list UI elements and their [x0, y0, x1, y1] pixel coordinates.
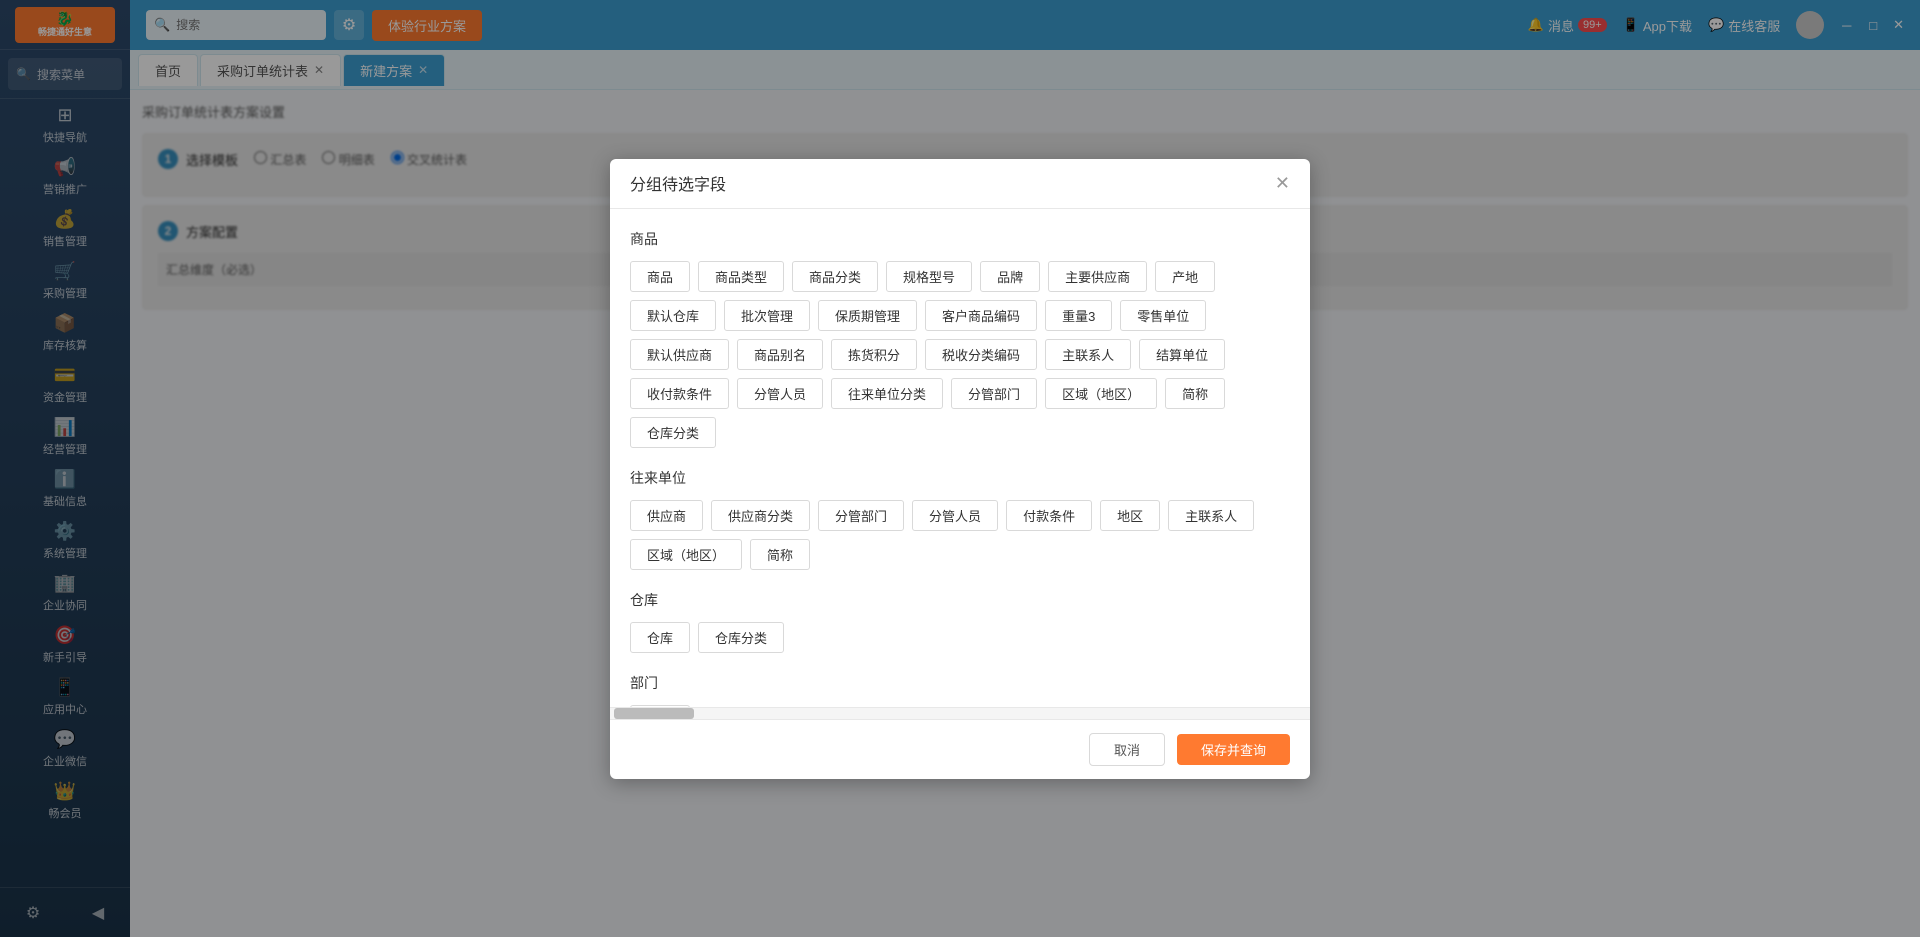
modal-horizontal-scrollbar[interactable] [610, 707, 1310, 719]
field-tag[interactable]: 结算单位 [1139, 339, 1225, 370]
field-tag[interactable]: 地区 [1100, 500, 1160, 531]
field-tag[interactable]: 商品类型 [698, 261, 784, 292]
field-section-product: 商品 商品 商品类型 商品分类 规格型号 品牌 主要供应商 产地 默认仓库 批次… [630, 229, 1290, 448]
modal-dialog: 分组待选字段 ✕ 商品 商品 商品类型 商品分类 规格型号 品牌 主要供应商 产… [610, 159, 1310, 779]
field-tag[interactable]: 税收分类编码 [925, 339, 1037, 370]
modal-body[interactable]: 商品 商品 商品类型 商品分类 规格型号 品牌 主要供应商 产地 默认仓库 批次… [610, 209, 1310, 707]
field-tag[interactable]: 默认供应商 [630, 339, 729, 370]
section-title-partner: 往来单位 [630, 468, 1290, 488]
field-tag[interactable]: 简称 [1165, 378, 1225, 409]
field-tag[interactable]: 分管部门 [818, 500, 904, 531]
field-tag[interactable]: 付款条件 [1006, 500, 1092, 531]
field-tag[interactable]: 仓库分类 [698, 622, 784, 653]
field-tags-partner: 供应商 供应商分类 分管部门 分管人员 付款条件 地区 主联系人 区域（地区） … [630, 500, 1290, 570]
field-tags-product: 商品 商品类型 商品分类 规格型号 品牌 主要供应商 产地 默认仓库 批次管理 … [630, 261, 1290, 448]
section-title-department: 部门 [630, 673, 1290, 693]
field-tags-warehouse: 仓库 仓库分类 [630, 622, 1290, 653]
field-tag[interactable]: 主联系人 [1168, 500, 1254, 531]
field-tag[interactable]: 供应商 [630, 500, 703, 531]
field-tag[interactable]: 分管部门 [951, 378, 1037, 409]
section-title-warehouse: 仓库 [630, 590, 1290, 610]
field-tag[interactable]: 客户商品编码 [925, 300, 1037, 331]
field-tag[interactable]: 商品分类 [792, 261, 878, 292]
field-tag[interactable]: 拣货积分 [831, 339, 917, 370]
field-tag[interactable]: 分管人员 [912, 500, 998, 531]
field-tag[interactable]: 产地 [1155, 261, 1215, 292]
field-tag[interactable]: 简称 [750, 539, 810, 570]
field-tag[interactable]: 区域（地区） [630, 539, 742, 570]
modal-footer: 取消 保存并查询 [610, 719, 1310, 779]
field-tag[interactable]: 品牌 [980, 261, 1040, 292]
field-tag[interactable]: 重量3 [1045, 300, 1112, 331]
field-section-department: 部门 部门 [630, 673, 1290, 707]
modal-overlay: 分组待选字段 ✕ 商品 商品 商品类型 商品分类 规格型号 品牌 主要供应商 产… [0, 0, 1920, 937]
modal-close-btn[interactable]: ✕ [1275, 173, 1290, 194]
field-section-warehouse: 仓库 仓库 仓库分类 [630, 590, 1290, 653]
cancel-button[interactable]: 取消 [1089, 733, 1165, 766]
field-tag[interactable]: 保质期管理 [818, 300, 917, 331]
confirm-button[interactable]: 保存并查询 [1177, 734, 1290, 765]
field-tag[interactable]: 主要供应商 [1048, 261, 1147, 292]
field-tag[interactable]: 批次管理 [724, 300, 810, 331]
section-title-product: 商品 [630, 229, 1290, 249]
field-tag[interactable]: 供应商分类 [711, 500, 810, 531]
field-tag[interactable]: 零售单位 [1120, 300, 1206, 331]
field-tag[interactable]: 默认仓库 [630, 300, 716, 331]
modal-title: 分组待选字段 [630, 171, 726, 195]
field-tag[interactable]: 商品别名 [737, 339, 823, 370]
field-section-partner: 往来单位 供应商 供应商分类 分管部门 分管人员 付款条件 地区 主联系人 区域… [630, 468, 1290, 570]
modal-header: 分组待选字段 ✕ [610, 159, 1310, 209]
field-tag[interactable]: 规格型号 [886, 261, 972, 292]
field-tag[interactable]: 商品 [630, 261, 690, 292]
field-tag[interactable]: 仓库分类 [630, 417, 716, 448]
field-tag[interactable]: 往来单位分类 [831, 378, 943, 409]
field-tag[interactable]: 分管人员 [737, 378, 823, 409]
field-tag[interactable]: 区域（地区） [1045, 378, 1157, 409]
field-tag[interactable]: 仓库 [630, 622, 690, 653]
field-tag[interactable]: 收付款条件 [630, 378, 729, 409]
field-tag[interactable]: 主联系人 [1045, 339, 1131, 370]
